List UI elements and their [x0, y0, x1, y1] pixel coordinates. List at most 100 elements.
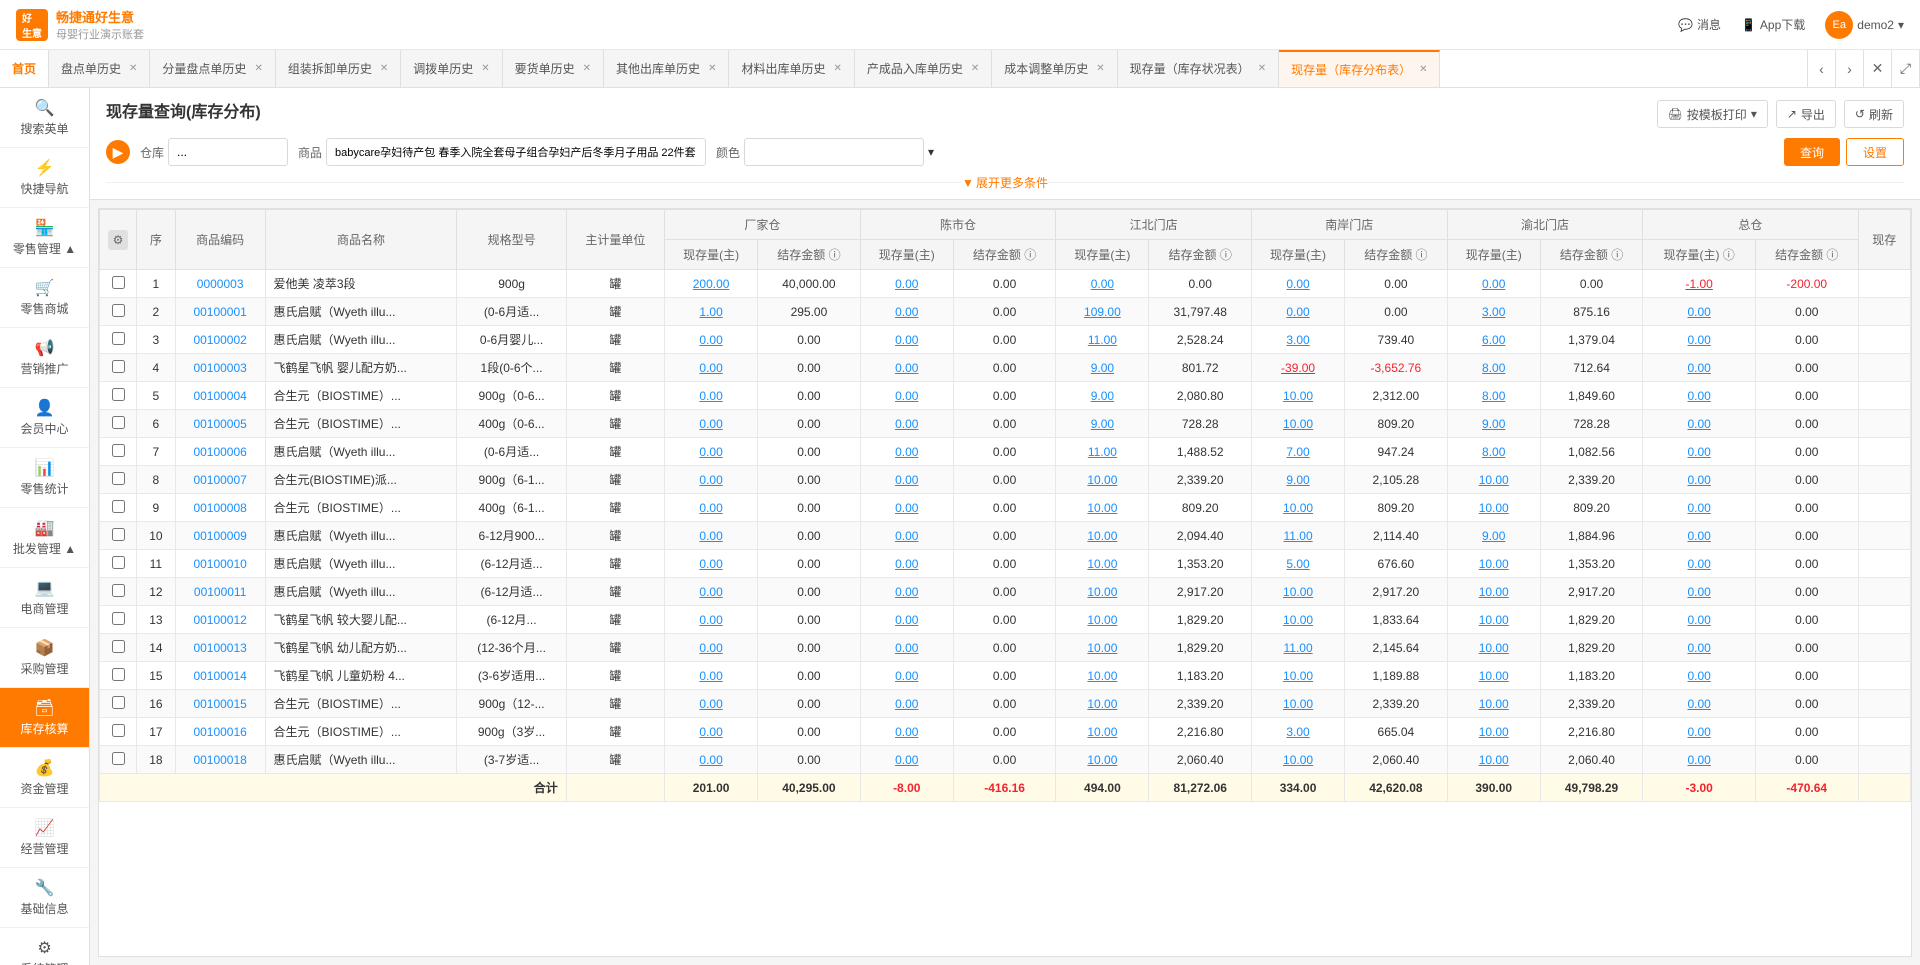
- cell-checkbox[interactable]: [100, 354, 137, 382]
- tab-maximize-btn[interactable]: ⤢: [1892, 50, 1920, 88]
- cell-checkbox[interactable]: [100, 270, 137, 298]
- cell-total-current[interactable]: 0.00: [1643, 662, 1756, 690]
- tab-1[interactable]: 盘点单历史 ✕: [49, 50, 150, 88]
- tab-close-8[interactable]: ✕: [971, 63, 979, 74]
- cell-total-current[interactable]: 0.00: [1643, 718, 1756, 746]
- cell-factory-current[interactable]: 0.00: [665, 634, 758, 662]
- cell-yb-current[interactable]: 8.00: [1447, 438, 1540, 466]
- cell-yb-current[interactable]: 10.00: [1447, 550, 1540, 578]
- tab-8[interactable]: 产成品入库单历史 ✕: [855, 50, 992, 88]
- message-btn[interactable]: 💬 消息: [1678, 16, 1721, 33]
- cell-cs-current[interactable]: 0.00: [860, 270, 953, 298]
- cell-yb-current[interactable]: 10.00: [1447, 578, 1540, 606]
- cell-yb-current[interactable]: 10.00: [1447, 494, 1540, 522]
- tab-6[interactable]: 其他出库单历史 ✕: [604, 50, 729, 88]
- cell-factory-current[interactable]: 0.00: [665, 718, 758, 746]
- tab-5[interactable]: 要货单历史 ✕: [503, 50, 604, 88]
- sidebar-item-retail[interactable]: 🏪 零售管理 ▲: [0, 208, 89, 268]
- app-download-btn[interactable]: 📱 App下载: [1741, 16, 1805, 33]
- cell-checkbox[interactable]: [100, 634, 137, 662]
- user-avatar-btn[interactable]: Ea demo2 ▾: [1825, 11, 1904, 39]
- cell-checkbox[interactable]: [100, 438, 137, 466]
- cell-cs-current[interactable]: 0.00: [860, 746, 953, 774]
- tab-home[interactable]: 首页: [0, 50, 49, 88]
- cell-jb-current[interactable]: 10.00: [1056, 634, 1149, 662]
- cell-checkbox[interactable]: [100, 382, 137, 410]
- cell-nb-current[interactable]: 10.00: [1251, 382, 1344, 410]
- cell-checkbox[interactable]: [100, 578, 137, 606]
- cell-jb-current[interactable]: 10.00: [1056, 606, 1149, 634]
- cell-checkbox[interactable]: [100, 746, 137, 774]
- cell-jb-current[interactable]: 9.00: [1056, 410, 1149, 438]
- cell-total-current[interactable]: 0.00: [1643, 550, 1756, 578]
- cell-yb-current[interactable]: 10.00: [1447, 606, 1540, 634]
- cell-total-current[interactable]: 0.00: [1643, 410, 1756, 438]
- cell-yb-current[interactable]: 3.00: [1447, 298, 1540, 326]
- cell-cs-current[interactable]: 0.00: [860, 634, 953, 662]
- cell-jb-current[interactable]: 109.00: [1056, 298, 1149, 326]
- cell-yb-current[interactable]: 10.00: [1447, 662, 1540, 690]
- cell-checkbox[interactable]: [100, 298, 137, 326]
- tab-close-10[interactable]: ✕: [1258, 63, 1266, 74]
- cell-cs-current[interactable]: 0.00: [860, 494, 953, 522]
- cell-yb-current[interactable]: 10.00: [1447, 746, 1540, 774]
- sidebar-item-system[interactable]: ⚙ 系统管理: [0, 928, 89, 965]
- cell-cs-current[interactable]: 0.00: [860, 298, 953, 326]
- tab-close-5[interactable]: ✕: [583, 63, 591, 74]
- sidebar-item-finance[interactable]: 💰 资金管理: [0, 748, 89, 808]
- cell-jb-current[interactable]: 9.00: [1056, 382, 1149, 410]
- cell-checkbox[interactable]: [100, 690, 137, 718]
- cell-checkbox[interactable]: [100, 410, 137, 438]
- cell-cs-current[interactable]: 0.00: [860, 438, 953, 466]
- cell-factory-current[interactable]: 0.00: [665, 578, 758, 606]
- sidebar-item-retail-stat[interactable]: 📊 零售统计: [0, 448, 89, 508]
- cell-total-current[interactable]: 0.00: [1643, 326, 1756, 354]
- cell-cs-current[interactable]: 0.00: [860, 466, 953, 494]
- cell-nb-current[interactable]: 0.00: [1251, 298, 1344, 326]
- warehouse-input[interactable]: [168, 138, 288, 166]
- tab-2[interactable]: 分量盘点单历史 ✕: [150, 50, 275, 88]
- cell-yb-current[interactable]: 10.00: [1447, 466, 1540, 494]
- tab-close-9[interactable]: ✕: [1096, 63, 1104, 74]
- cell-total-current[interactable]: 0.00: [1643, 522, 1756, 550]
- cell-yb-current[interactable]: 10.00: [1447, 718, 1540, 746]
- cell-checkbox[interactable]: [100, 550, 137, 578]
- cell-cs-current[interactable]: 0.00: [860, 410, 953, 438]
- cell-total-current[interactable]: 0.00: [1643, 298, 1756, 326]
- cell-factory-current[interactable]: 0.00: [665, 354, 758, 382]
- cell-yb-current[interactable]: 10.00: [1447, 690, 1540, 718]
- cell-checkbox[interactable]: [100, 466, 137, 494]
- cell-cs-current[interactable]: 0.00: [860, 662, 953, 690]
- settings-icon[interactable]: ⚙: [108, 230, 128, 250]
- cell-jb-current[interactable]: 10.00: [1056, 550, 1149, 578]
- cell-nb-current[interactable]: -39.00: [1251, 354, 1344, 382]
- sidebar-item-purchase[interactable]: 📦 采购管理: [0, 628, 89, 688]
- cell-total-current[interactable]: 0.00: [1643, 606, 1756, 634]
- cell-factory-current[interactable]: 0.00: [665, 494, 758, 522]
- cell-nb-current[interactable]: 7.00: [1251, 438, 1344, 466]
- tab-9[interactable]: 成本调整单历史 ✕: [992, 50, 1117, 88]
- sidebar-item-member[interactable]: 👤 会员中心: [0, 388, 89, 448]
- tab-close-2[interactable]: ✕: [254, 63, 262, 74]
- tab-close-11[interactable]: ✕: [1419, 64, 1427, 75]
- cell-factory-current[interactable]: 0.00: [665, 466, 758, 494]
- cell-checkbox[interactable]: [100, 606, 137, 634]
- cell-total-current[interactable]: 0.00: [1643, 690, 1756, 718]
- cell-nb-current[interactable]: 10.00: [1251, 410, 1344, 438]
- cell-cs-current[interactable]: 0.00: [860, 718, 953, 746]
- cell-factory-current[interactable]: 0.00: [665, 606, 758, 634]
- sidebar-item-inventory[interactable]: 🗃 库存核算: [0, 688, 89, 748]
- cell-nb-current[interactable]: 10.00: [1251, 662, 1344, 690]
- refresh-btn[interactable]: ↺ 刷新: [1844, 100, 1904, 128]
- tab-close-4[interactable]: ✕: [481, 63, 489, 74]
- cell-nb-current[interactable]: 0.00: [1251, 270, 1344, 298]
- cell-total-current[interactable]: 0.00: [1643, 382, 1756, 410]
- sidebar-item-wholesale[interactable]: 🏭 批发管理 ▲: [0, 508, 89, 568]
- search-expand-btn[interactable]: ▶: [106, 140, 130, 164]
- cell-nb-current[interactable]: 10.00: [1251, 690, 1344, 718]
- cell-cs-current[interactable]: 0.00: [860, 550, 953, 578]
- tab-next-btn[interactable]: ›: [1836, 50, 1864, 88]
- cell-factory-current[interactable]: 1.00: [665, 298, 758, 326]
- expand-more-btn[interactable]: ▼ 展开更多条件: [962, 174, 1048, 191]
- cell-jb-current[interactable]: 11.00: [1056, 326, 1149, 354]
